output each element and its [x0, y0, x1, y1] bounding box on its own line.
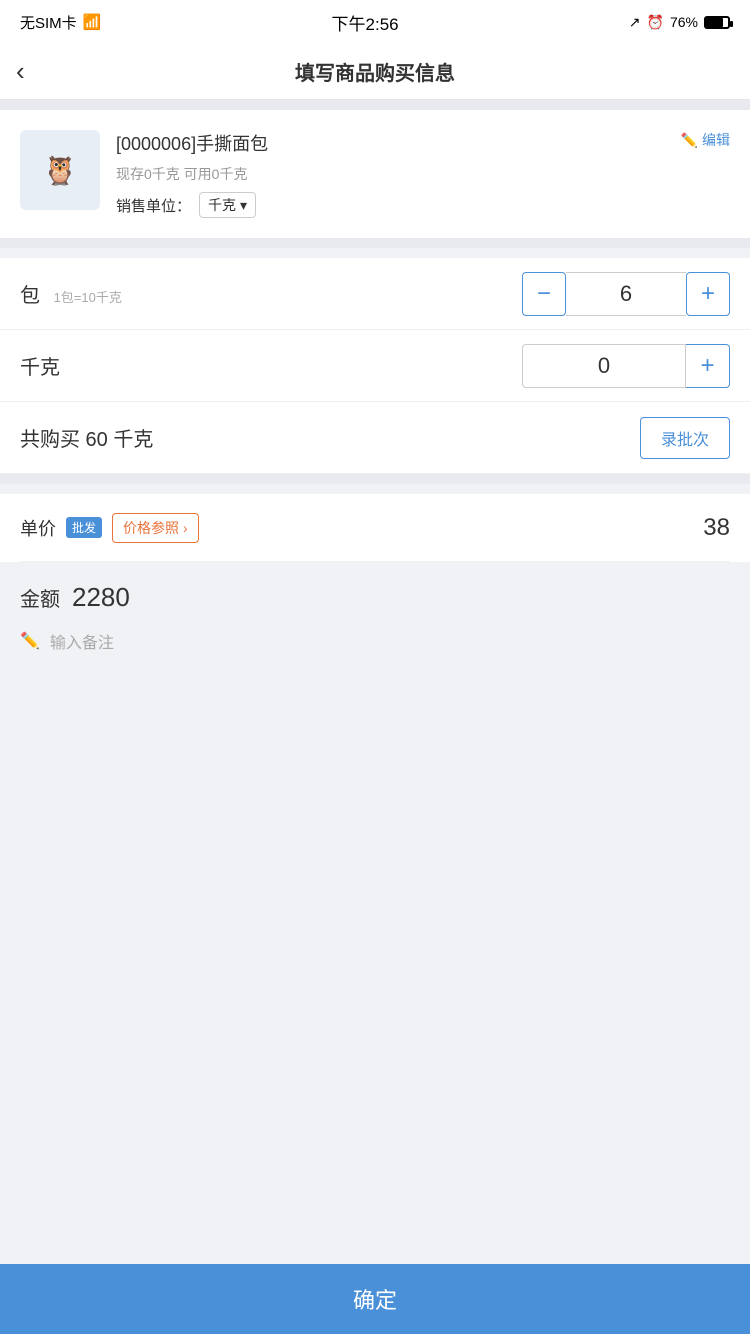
- location-icon: ↗: [629, 14, 641, 31]
- divider-2: [0, 238, 750, 248]
- remark-row[interactable]: ✏️ 输入备注: [20, 629, 730, 653]
- divider-1: [0, 100, 750, 110]
- summary-row: 共购买 60 千克 录批次: [0, 402, 750, 474]
- chevron-down-icon: ▾: [240, 197, 247, 214]
- alarm-icon: ⏰: [647, 14, 664, 31]
- form-row-bao: 包 1包=10千克 − +: [0, 258, 750, 330]
- remark-label: 输入备注: [50, 629, 114, 653]
- battery-percent: 76%: [670, 14, 698, 30]
- confirm-button[interactable]: 确定: [0, 1264, 750, 1334]
- product-name: [0000006]手撕面包: [116, 130, 730, 156]
- price-value: 38: [703, 514, 730, 542]
- form-section: 包 1包=10千克 − + 千克 + 共购买 60 千克 录批次: [0, 258, 750, 474]
- status-time: 下午2:56: [332, 10, 399, 35]
- amount-label: 金额: [20, 583, 60, 612]
- unit-label: 销售单位：: [116, 195, 191, 216]
- form-row-kg: 千克 +: [0, 330, 750, 402]
- increase-bao-button[interactable]: +: [686, 272, 730, 316]
- nav-bar: ‹ 填写商品购买信息: [0, 44, 750, 100]
- content-area: [0, 663, 750, 1013]
- price-label: 单价: [20, 515, 56, 541]
- status-bar: 无SIM卡 📶 下午2:56 ↗ ⏰ 76%: [0, 0, 750, 44]
- price-ref-button[interactable]: 价格参照 ›: [112, 513, 199, 543]
- carrier-text: 无SIM卡: [20, 12, 77, 33]
- amount-section: 金额 2280 ✏️ 输入备注: [0, 562, 750, 663]
- divider-3: [0, 474, 750, 484]
- qty-kg-input[interactable]: [522, 344, 686, 388]
- qty-bao-input[interactable]: [566, 272, 686, 316]
- form-controls-bao: − +: [522, 272, 730, 316]
- product-info: [0000006]手撕面包 现存0千克 可用0千克 销售单位： 千克 ▾: [116, 130, 730, 218]
- back-button[interactable]: ‹: [16, 56, 25, 87]
- increase-kg-button[interactable]: +: [686, 344, 730, 388]
- product-card: 🦉 [0000006]手撕面包 现存0千克 可用0千克 销售单位： 千克 ▾ ✏…: [0, 110, 750, 238]
- price-section: 单价 批发 价格参照 › 38: [0, 494, 750, 562]
- status-left: 无SIM卡 📶: [20, 12, 101, 33]
- record-batch-button[interactable]: 录批次: [640, 417, 730, 459]
- form-label-bao: 包 1包=10千克: [20, 279, 122, 308]
- price-row: 单价 批发 价格参照 › 38: [20, 494, 730, 562]
- form-label-kg: 千克: [20, 351, 100, 380]
- confirm-button-label: 确定: [353, 1283, 397, 1315]
- edit-button[interactable]: ✏️ 编辑: [681, 130, 730, 150]
- amount-value: 2280: [72, 582, 130, 613]
- chevron-right-icon: ›: [183, 520, 188, 536]
- product-image: 🦉: [20, 130, 100, 210]
- page-title: 填写商品购买信息: [295, 57, 455, 86]
- pencil-icon: ✏️: [20, 631, 40, 651]
- battery-icon: [704, 16, 730, 29]
- unit-select[interactable]: 千克 ▾: [199, 192, 256, 218]
- decrease-bao-button[interactable]: −: [522, 272, 566, 316]
- edit-icon: ✏️: [681, 132, 698, 149]
- amount-row: 金额 2280: [20, 582, 730, 613]
- product-stock: 现存0千克 可用0千克: [116, 164, 730, 184]
- status-right: ↗ ⏰ 76%: [629, 14, 730, 31]
- product-unit-row: 销售单位： 千克 ▾: [116, 192, 730, 218]
- summary-text: 共购买 60 千克: [20, 423, 153, 452]
- form-sub-label-bao: 1包=10千克: [54, 290, 122, 305]
- product-image-icon: 🦉: [43, 154, 78, 187]
- wifi-icon: 📶: [83, 13, 102, 31]
- form-controls-kg: +: [522, 344, 730, 388]
- price-tag: 批发: [66, 517, 102, 538]
